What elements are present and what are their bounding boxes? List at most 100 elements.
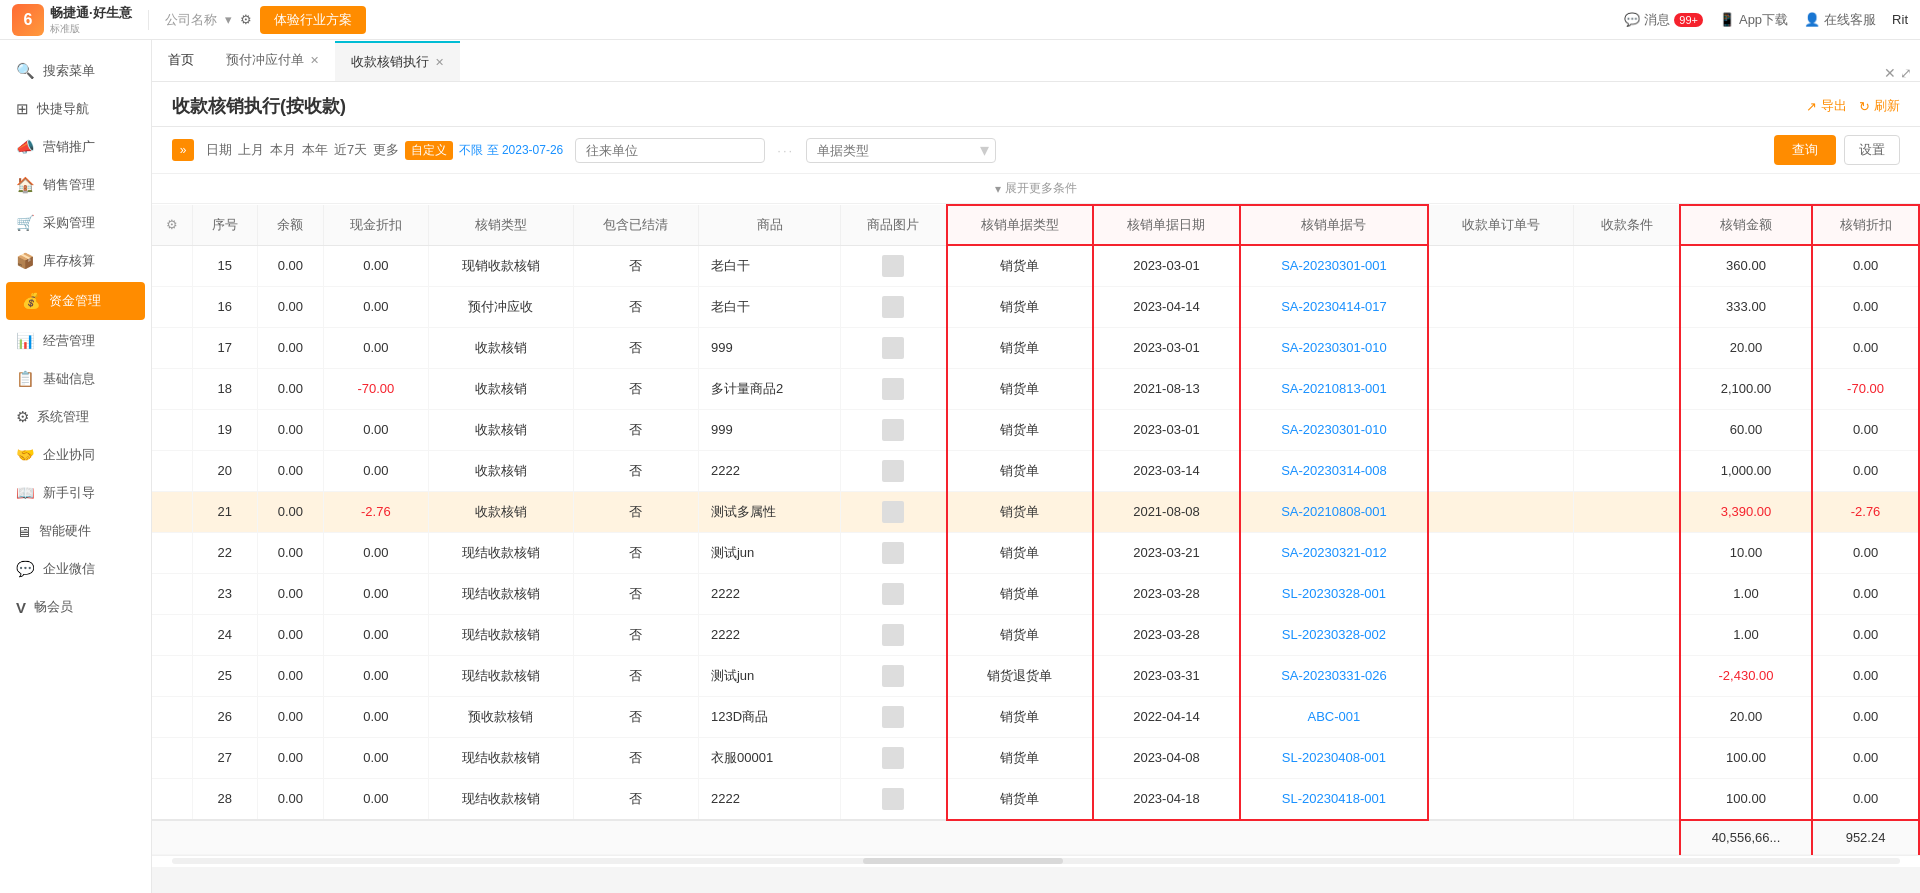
tab-close-icon[interactable]: ✕ <box>1884 65 1896 81</box>
cell-cash-discount: 0.00 <box>323 245 428 286</box>
cell-settings <box>152 614 192 655</box>
gear-icon[interactable]: ⚙ <box>240 12 252 27</box>
sidebar-item-operations[interactable]: 📊 经营管理 <box>0 322 151 360</box>
cell-receipt-condition <box>1574 491 1680 532</box>
filter-expand-arrow[interactable]: » <box>172 139 194 161</box>
sidebar-item-hardware[interactable]: 🖥 智能硬件 <box>0 512 151 550</box>
tab-close-collection[interactable]: ✕ <box>435 56 444 69</box>
sidebar-item-marketing[interactable]: 📣 营销推广 <box>0 128 151 166</box>
expand-more-bar[interactable]: ▾ 展开更多条件 <box>152 174 1920 204</box>
settings-btn[interactable]: 设置 <box>1844 135 1900 165</box>
tab-close-prepay[interactable]: ✕ <box>310 54 319 67</box>
last-month-link[interactable]: 上月 <box>238 141 264 159</box>
company-name: 公司名称 <box>165 11 217 29</box>
cell-cancel-bill-no[interactable]: ABC-001 <box>1240 696 1428 737</box>
cell-settings <box>152 737 192 778</box>
box-icon: 📦 <box>16 252 35 270</box>
cell-cancel-bill-no[interactable]: SA-20210808-001 <box>1240 491 1428 532</box>
monitor-icon: 🖥 <box>16 523 31 540</box>
query-btn[interactable]: 查询 <box>1774 135 1836 165</box>
col-cancel-bill-date: 核销单据日期 <box>1093 205 1239 245</box>
sidebar-item-purchase[interactable]: 🛒 采购管理 <box>0 204 151 242</box>
dropdown-arrow-icon[interactable]: ▾ <box>225 12 232 27</box>
custom-btn[interactable]: 自定义 <box>405 141 453 160</box>
cell-cancel-bill-no[interactable]: SA-20210813-001 <box>1240 368 1428 409</box>
this-month-link[interactable]: 本月 <box>270 141 296 159</box>
cell-receipt-order-no <box>1428 778 1574 820</box>
sidebar-item-quick[interactable]: ⊞ 快捷导航 <box>0 90 151 128</box>
cell-receipt-order-no <box>1428 573 1574 614</box>
table-row: 16 0.00 0.00 预付冲应收 否 老白干 销货单 2023-04-14 … <box>152 286 1919 327</box>
cell-include-settled: 否 <box>573 532 698 573</box>
cell-no: 21 <box>192 491 258 532</box>
cell-receipt-condition <box>1574 286 1680 327</box>
cell-cancel-type: 现结收款核销 <box>428 532 573 573</box>
sidebar-item-member[interactable]: V 畅会员 <box>0 588 151 626</box>
cell-cancel-bill-type: 销货单 <box>947 614 1093 655</box>
refresh-icon: ↻ <box>1859 99 1870 114</box>
app-download[interactable]: 📱 App下载 <box>1719 11 1788 29</box>
cell-product-image <box>841 696 947 737</box>
tab-expand-icon[interactable]: ⤢ <box>1900 65 1912 81</box>
more-link[interactable]: 更多 <box>373 141 399 159</box>
cell-cancel-bill-no[interactable]: SA-20230321-012 <box>1240 532 1428 573</box>
cell-receipt-order-no <box>1428 368 1574 409</box>
cell-cancel-bill-no[interactable]: SL-20230408-001 <box>1240 737 1428 778</box>
partner-more-icon[interactable]: ··· <box>777 143 794 158</box>
sidebar-item-search[interactable]: 🔍 搜索菜单 <box>0 52 151 90</box>
cell-cancel-bill-no[interactable]: SA-20230301-001 <box>1240 245 1428 286</box>
cell-balance: 0.00 <box>258 696 324 737</box>
cell-cash-discount: 0.00 <box>323 286 428 327</box>
partner-input[interactable] <box>575 138 765 163</box>
tab-prepay[interactable]: 预付冲应付单 ✕ <box>210 41 335 81</box>
cell-receipt-condition <box>1574 532 1680 573</box>
message-icon[interactable]: 💬 消息 99+ <box>1624 11 1703 29</box>
sidebar-item-enterprise[interactable]: 🤝 企业协同 <box>0 436 151 474</box>
cell-product-image <box>841 655 947 696</box>
scrollbar[interactable] <box>152 855 1920 867</box>
industry-btn[interactable]: 体验行业方案 <box>260 6 366 34</box>
cell-settings <box>152 450 192 491</box>
sidebar-item-sales[interactable]: 🏠 销售管理 <box>0 166 151 204</box>
cell-product: 测试多属性 <box>698 491 840 532</box>
marketing-icon: 📣 <box>16 138 35 156</box>
cell-balance: 0.00 <box>258 286 324 327</box>
cell-product: 123D商品 <box>698 696 840 737</box>
cell-cancel-bill-no[interactable]: SA-20230331-026 <box>1240 655 1428 696</box>
cell-cancel-type: 现结收款核销 <box>428 614 573 655</box>
cell-receipt-condition <box>1574 573 1680 614</box>
cell-cancel-bill-no[interactable]: SA-20230414-017 <box>1240 286 1428 327</box>
sidebar-item-finance[interactable]: 💰 资金管理 <box>6 282 145 320</box>
tab-home[interactable]: 首页 <box>152 41 210 81</box>
sidebar-item-basic[interactable]: 📋 基础信息 <box>0 360 151 398</box>
sidebar-item-inventory[interactable]: 📦 库存核算 <box>0 242 151 280</box>
sidebar-item-system[interactable]: ⚙ 系统管理 <box>0 398 151 436</box>
refresh-btn[interactable]: ↻ 刷新 <box>1859 97 1900 115</box>
receipt-type-input[interactable] <box>806 138 996 163</box>
column-settings-icon[interactable]: ⚙ <box>166 217 178 232</box>
cell-cancel-bill-no[interactable]: SA-20230301-010 <box>1240 409 1428 450</box>
cell-cancel-type: 现结收款核销 <box>428 737 573 778</box>
table-row: 24 0.00 0.00 现结收款核销 否 2222 销货单 2023-03-2… <box>152 614 1919 655</box>
cell-cancel-bill-no[interactable]: SA-20230301-010 <box>1240 327 1428 368</box>
cell-balance: 0.00 <box>258 327 324 368</box>
cell-no: 25 <box>192 655 258 696</box>
cell-cancel-bill-no[interactable]: SL-20230328-002 <box>1240 614 1428 655</box>
col-settings[interactable]: ⚙ <box>152 205 192 245</box>
cell-cancel-bill-no[interactable]: SA-20230314-008 <box>1240 450 1428 491</box>
export-btn[interactable]: ↗ 导出 <box>1806 97 1847 115</box>
cell-cash-discount: 0.00 <box>323 532 428 573</box>
last7-link[interactable]: 近7天 <box>334 141 367 159</box>
cell-include-settled: 否 <box>573 491 698 532</box>
sidebar-item-wechat[interactable]: 💬 企业微信 <box>0 550 151 588</box>
this-year-link[interactable]: 本年 <box>302 141 328 159</box>
cell-cancel-bill-no[interactable]: SL-20230418-001 <box>1240 778 1428 820</box>
tabs-actions: ✕ ⤢ <box>1884 65 1920 81</box>
cell-cancel-bill-no[interactable]: SL-20230328-001 <box>1240 573 1428 614</box>
online-service[interactable]: 👤 在线客服 <box>1804 11 1876 29</box>
scrollbar-thumb[interactable] <box>863 858 1063 864</box>
cell-receipt-condition <box>1574 696 1680 737</box>
tab-collection[interactable]: 收款核销执行 ✕ <box>335 41 460 81</box>
sidebar-item-guide[interactable]: 📖 新手引导 <box>0 474 151 512</box>
page-title: 收款核销执行(按收款) <box>172 94 346 118</box>
